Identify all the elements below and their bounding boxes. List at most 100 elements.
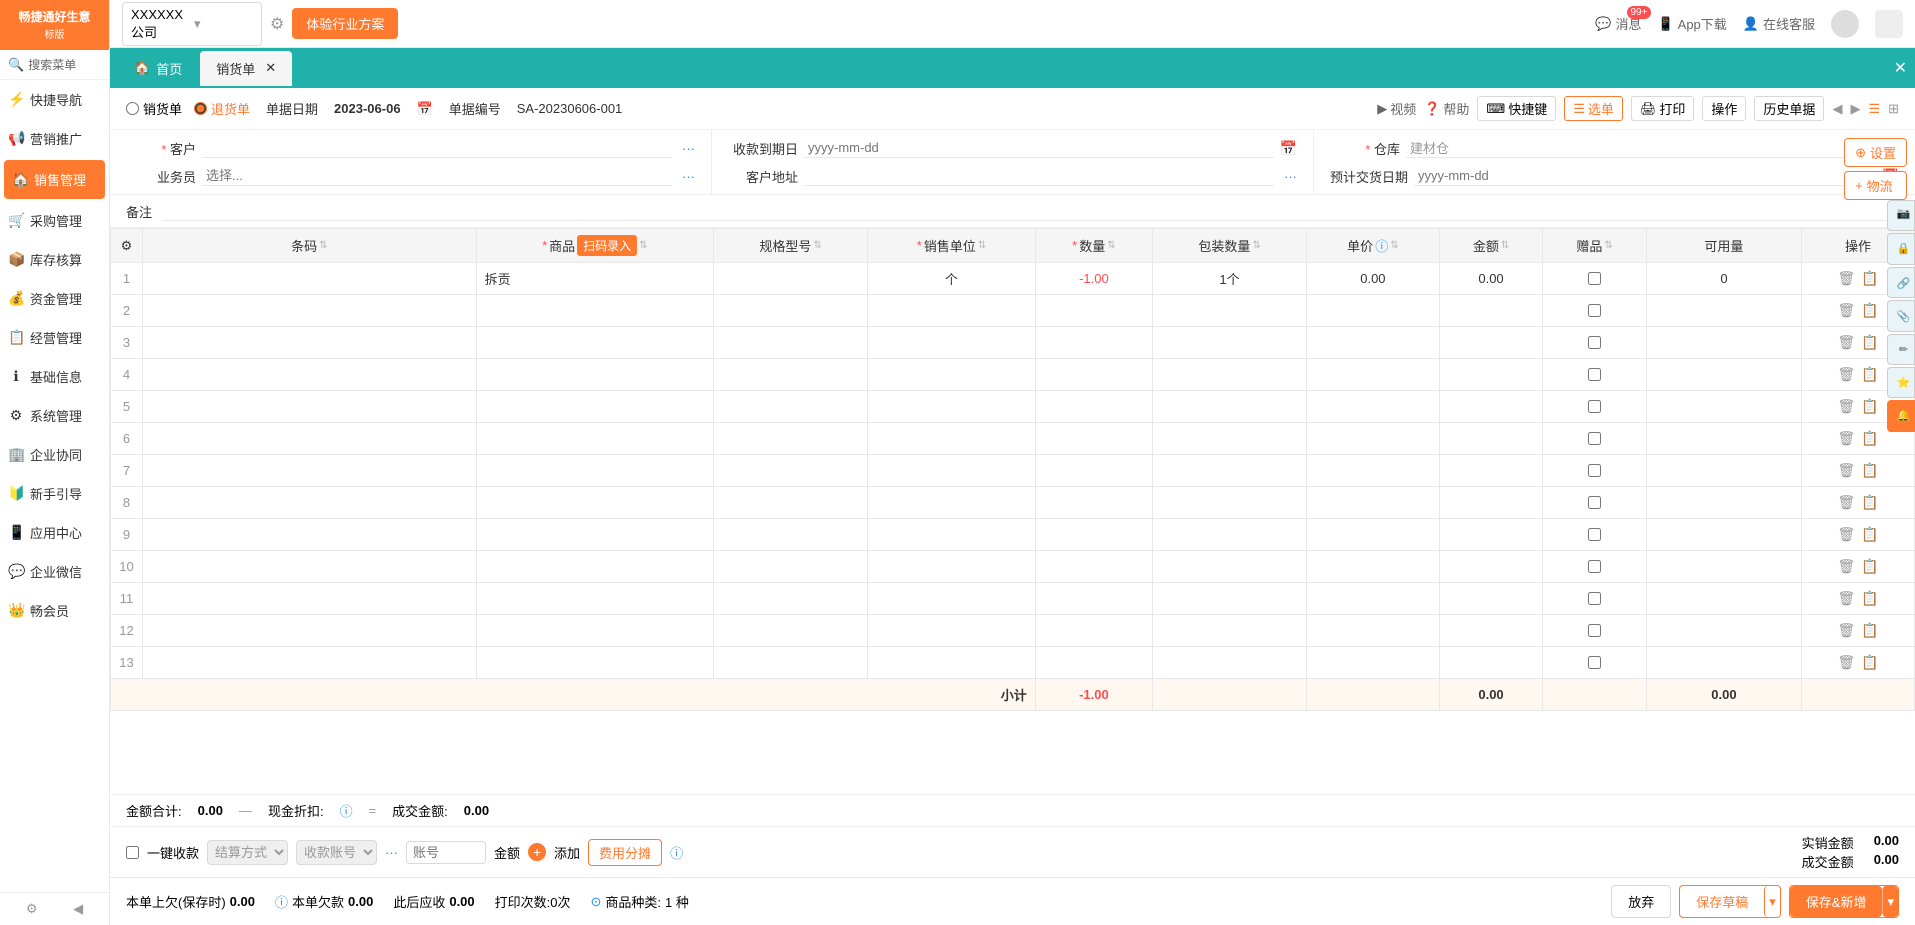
barcode-input[interactable] [151, 624, 468, 638]
copy-row-icon[interactable]: 📋 [1861, 430, 1878, 447]
cell-unit[interactable] [868, 423, 1036, 455]
cell-quantity[interactable] [1035, 423, 1152, 455]
barcode-input[interactable] [151, 400, 468, 414]
copy-row-icon[interactable]: 📋 [1861, 558, 1878, 575]
cell-unit-price[interactable]: 0.00 [1307, 263, 1440, 295]
radio-sale[interactable]: 销货单 [126, 99, 182, 118]
save-new-btn[interactable]: 保存&新增 [1790, 886, 1883, 917]
cell-amount[interactable] [1439, 615, 1543, 647]
barcode-input[interactable] [151, 656, 468, 670]
th-unit[interactable]: * 销售单位 ⇅ [868, 229, 1036, 263]
copy-row-icon[interactable]: 📋 [1861, 366, 1878, 383]
tab-home[interactable]: 🏠 首页 [118, 51, 198, 86]
sidebar-settings-icon[interactable]: ⚙ [26, 901, 38, 917]
sidebar-item-vip[interactable]: 👑 畅会员 [0, 591, 109, 630]
cell-gift[interactable] [1543, 647, 1647, 679]
cell-spec[interactable] [714, 615, 868, 647]
delete-row-icon[interactable]: 🗑 [1837, 558, 1855, 575]
cell-unit-price[interactable] [1307, 551, 1440, 583]
expense-split-btn[interactable]: 费用分摊 [588, 839, 662, 866]
next-icon[interactable]: ▶ [1850, 101, 1860, 117]
cell-amount[interactable] [1439, 455, 1543, 487]
cell-unit-price[interactable] [1307, 423, 1440, 455]
barcode-input[interactable] [151, 496, 468, 510]
cell-gift[interactable] [1543, 423, 1647, 455]
salesperson-input[interactable] [202, 166, 672, 186]
account-input[interactable] [406, 841, 486, 864]
cell-spec[interactable] [714, 359, 868, 391]
settlement-select[interactable]: 结算方式 [207, 840, 288, 865]
customer-addr-input[interactable] [804, 166, 1274, 186]
sidebar-item-wechat[interactable]: 💬 企业微信 [0, 552, 109, 591]
float-clip-btn[interactable]: 📎 [1887, 300, 1915, 331]
cell-product[interactable] [476, 295, 714, 327]
cell-pack-qty[interactable] [1153, 327, 1307, 359]
cell-gift[interactable] [1543, 327, 1647, 359]
cell-quantity[interactable] [1035, 487, 1152, 519]
float-photo-btn[interactable]: 📷 [1887, 200, 1915, 231]
cell-pack-qty[interactable] [1153, 423, 1307, 455]
cell-amount[interactable] [1439, 519, 1543, 551]
account-select[interactable]: 收款账号 [296, 840, 377, 865]
cell-pack-qty[interactable] [1153, 455, 1307, 487]
cell-spec[interactable] [714, 263, 868, 295]
cell-pack-qty[interactable] [1153, 295, 1307, 327]
cell-quantity[interactable] [1035, 647, 1152, 679]
cell-quantity[interactable] [1035, 583, 1152, 615]
logistics-button[interactable]: + 物流 [1844, 171, 1907, 200]
th-unit-price[interactable]: 单价 ⓘ ⇅ [1307, 229, 1440, 263]
copy-row-icon[interactable]: 📋 [1861, 526, 1878, 543]
cell-unit[interactable] [868, 391, 1036, 423]
cell-pack-qty[interactable] [1153, 519, 1307, 551]
cell-pack-qty[interactable] [1153, 615, 1307, 647]
cell-product[interactable] [476, 423, 714, 455]
cell-spec[interactable] [714, 391, 868, 423]
th-settings[interactable]: ⚙ [111, 229, 143, 263]
cell-product[interactable] [476, 583, 714, 615]
barcode-input[interactable] [151, 272, 468, 286]
warehouse-input[interactable] [1406, 138, 1876, 158]
grid-view-icon[interactable]: ⊞ [1888, 101, 1899, 117]
delete-row-icon[interactable]: 🗑 [1837, 334, 1855, 351]
online-service-link[interactable]: 👤 在线客服 [1743, 14, 1815, 33]
barcode-input[interactable] [151, 592, 468, 606]
cell-spec[interactable] [714, 551, 868, 583]
delete-row-icon[interactable]: 🗑 [1837, 494, 1855, 511]
th-amount[interactable]: 金额 ⇅ [1439, 229, 1543, 263]
sidebar-item-capital[interactable]: 💰 资金管理 [0, 279, 109, 318]
cell-barcode[interactable] [143, 487, 477, 519]
barcode-input[interactable] [151, 336, 468, 350]
cell-barcode[interactable] [143, 647, 477, 679]
sidebar-item-basic-info[interactable]: ℹ 基础信息 [0, 357, 109, 396]
cell-unit[interactable] [868, 327, 1036, 359]
cell-amount[interactable] [1439, 391, 1543, 423]
cell-unit[interactable]: 个 [868, 263, 1036, 295]
cell-unit-price[interactable] [1307, 519, 1440, 551]
cell-unit[interactable] [868, 359, 1036, 391]
float-lock-btn[interactable]: 🔒 [1887, 233, 1915, 264]
float-star-btn[interactable]: ⭐ [1887, 367, 1915, 398]
float-notification-btn[interactable]: 🔔 [1887, 400, 1915, 431]
cell-unit-price[interactable] [1307, 647, 1440, 679]
sidebar-item-marketing[interactable]: 📢 营销推广 [0, 119, 109, 158]
cell-quantity[interactable] [1035, 519, 1152, 551]
cell-gift[interactable] [1543, 263, 1647, 295]
gift-checkbox[interactable] [1588, 656, 1601, 669]
save-draft-dropdown[interactable]: ▾ [1764, 886, 1780, 917]
notes-input[interactable] [164, 201, 1899, 221]
cell-unit-price[interactable] [1307, 455, 1440, 487]
cell-spec[interactable] [714, 423, 868, 455]
float-link-btn[interactable]: 🔗 [1887, 267, 1915, 298]
cell-quantity[interactable] [1035, 295, 1152, 327]
sidebar-item-sales[interactable]: 🏠 销售管理 [4, 160, 105, 199]
video-action[interactable]: ▶ 视频 [1377, 99, 1416, 118]
copy-row-icon[interactable]: 📋 [1861, 590, 1878, 607]
th-spec[interactable]: 规格型号 ⇅ [714, 229, 868, 263]
app-download-link[interactable]: 📱 App下载 [1657, 14, 1726, 33]
expected-date-input[interactable] [1414, 166, 1876, 186]
sidebar-item-quick-nav[interactable]: ⚡ 快捷导航 [0, 80, 109, 119]
gift-checkbox[interactable] [1588, 624, 1601, 637]
gift-checkbox[interactable] [1588, 368, 1601, 381]
sidebar-item-purchase[interactable]: 🛒 采购管理 [0, 201, 109, 240]
table-wrapper[interactable]: ⚙ 条码 ⇅ * 商品 扫码录入 [110, 228, 1915, 794]
